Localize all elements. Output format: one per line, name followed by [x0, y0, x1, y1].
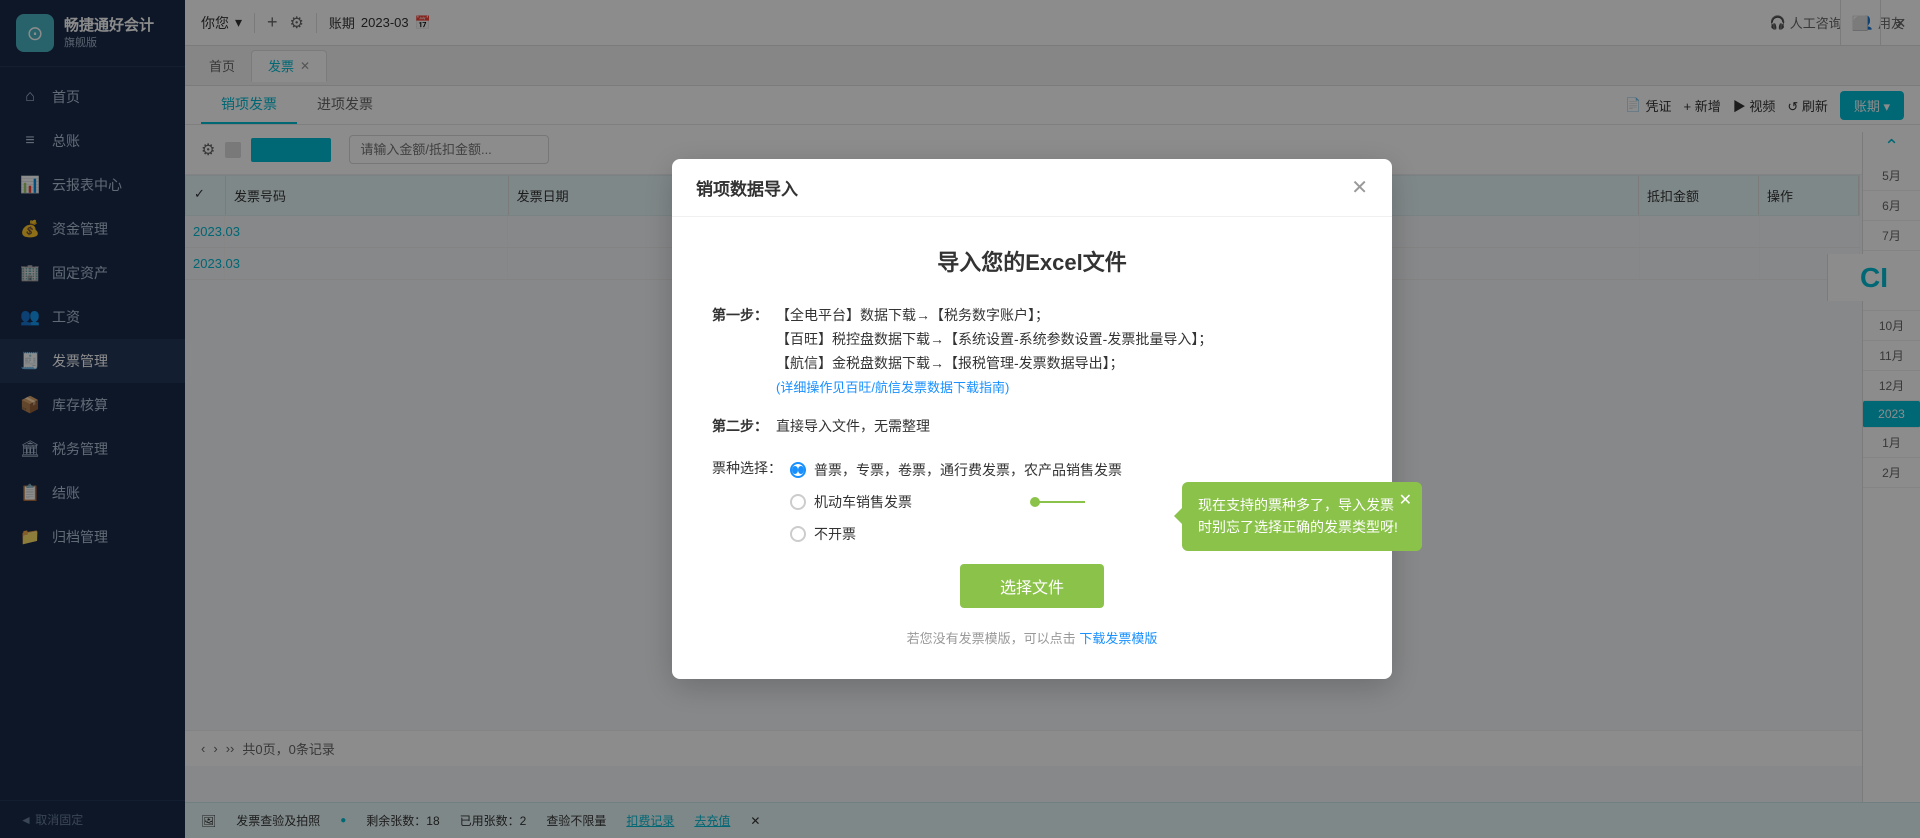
step-2: 第二步： 直接导入文件，无需整理: [712, 416, 1352, 436]
modal-close-button[interactable]: ✕: [1351, 175, 1368, 200]
tooltip-close-button[interactable]: ✕: [1399, 488, 1412, 514]
modal-main-title: 导入您的Excel文件: [712, 245, 1352, 277]
download-template-link[interactable]: 下载发票模版: [1079, 631, 1157, 646]
step1-guide-link[interactable]: (详细操作见百旺/航信发票数据下载指南): [776, 380, 1009, 395]
import-modal: 销项数据导入 ✕ 导入您的Excel文件 第一步： 【全电平台】数据下载→【税务…: [672, 159, 1392, 679]
step2-content: 直接导入文件，无需整理: [776, 416, 930, 436]
radio-circle-1: [790, 462, 806, 478]
step-1: 第一步： 【全电平台】数据下载→【税务数字账户】； 【百旺】税控盘数据下载→【系…: [712, 305, 1352, 396]
ticket-label: 票种选择：: [712, 456, 782, 478]
radio-group: 普票，专票，卷票，通行费发票，农产品销售发票 机动车销售发票 ✕ 现在支持的票种…: [790, 460, 1122, 544]
select-file-button[interactable]: 选择文件: [960, 564, 1104, 608]
radio-option-2[interactable]: 机动车销售发票 ✕ 现在支持的票种多了，导入发票时别忘了选择正确的发票类型呀!: [790, 492, 1122, 512]
radio-circle-2: [790, 494, 806, 510]
step1-label: 第一步：: [712, 305, 768, 396]
radio-option-1[interactable]: 普票，专票，卷票，通行费发票，农产品销售发票: [790, 460, 1122, 480]
modal-title: 销项数据导入: [696, 175, 798, 200]
radio-circle-3: [790, 526, 806, 542]
tooltip-bubble: ✕ 现在支持的票种多了，导入发票时别忘了选择正确的发票类型呀!: [1182, 482, 1422, 551]
step2-label: 第二步：: [712, 416, 768, 436]
modal-header: 销项数据导入 ✕: [672, 159, 1392, 217]
tooltip-line: [1035, 501, 1085, 503]
ticket-type-section: 票种选择： 普票，专票，卷票，通行费发票，农产品销售发票 机动车销售发票: [712, 456, 1352, 544]
step1-line1: 【全电平台】数据下载→【税务数字账户】；: [776, 305, 1212, 325]
modal-footer: 若您没有发票模版，可以点击 下载发票模版: [712, 628, 1352, 647]
modal-body: 导入您的Excel文件 第一步： 【全电平台】数据下载→【税务数字账户】； 【百…: [672, 217, 1392, 679]
radio-option-3[interactable]: 不开票: [790, 524, 1122, 544]
step1-line3: 【航信】金税盘数据下载→【报税管理-发票数据导出】；: [776, 353, 1212, 373]
step1-line2: 【百旺】税控盘数据下载→【系统设置-系统参数设置-发票批量导入】；: [776, 329, 1212, 349]
